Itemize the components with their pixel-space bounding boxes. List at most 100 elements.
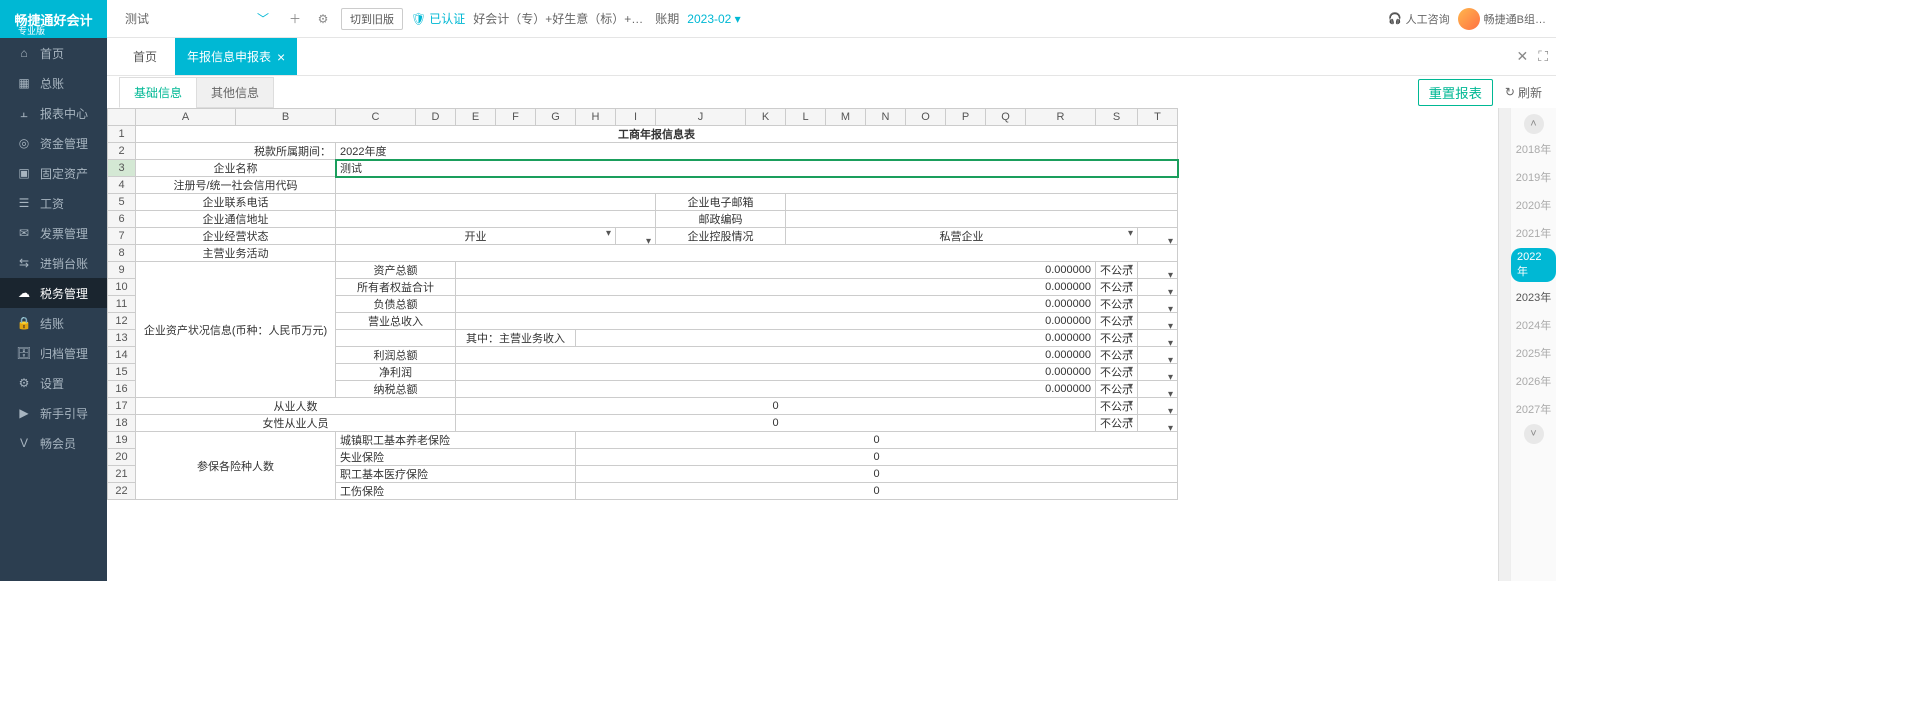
tax-icon: ☁ — [16, 285, 32, 301]
company-name-cell[interactable]: 测试 — [336, 160, 1178, 177]
year-down-button[interactable]: ˅ — [1524, 424, 1544, 444]
year-option[interactable]: 2018年 — [1516, 136, 1551, 162]
vertical-scrollbar[interactable] — [1498, 108, 1510, 581]
chevron-down-icon: ﹀ — [257, 10, 269, 27]
nav-funds[interactable]: ◎资金管理 — [0, 128, 107, 158]
asset-icon: ▣ — [16, 165, 32, 181]
nav-reports[interactable]: ⫠报表中心 — [0, 98, 107, 128]
select-all-corner[interactable] — [108, 109, 136, 126]
table-row: 17从业人数0不公示 — [108, 398, 1178, 415]
subtab-basic[interactable]: 基础信息 — [119, 77, 197, 108]
user-menu[interactable]: 畅捷通B组… — [1458, 8, 1546, 30]
tab-close-icon[interactable]: × — [277, 49, 285, 65]
table-row: 9企业资产状况信息(币种：人民币万元)资产总额0.000000不公示 — [108, 262, 1178, 279]
col-L[interactable]: L — [786, 109, 826, 126]
col-C[interactable]: C — [336, 109, 416, 126]
fullscreen-button[interactable]: ⛶ — [1538, 48, 1548, 65]
col-J[interactable]: J — [656, 109, 746, 126]
nav-archive[interactable]: 🗄归档管理 — [0, 338, 107, 368]
ownership-select[interactable]: 私营企业 — [786, 228, 1138, 245]
year-option[interactable]: 2021年 — [1516, 220, 1551, 246]
payroll-icon: ☰ — [16, 195, 32, 211]
sub-tabs: 基础信息 其他信息 重置报表 ↻刷新 — [107, 76, 1556, 108]
company-settings-button[interactable]: ⚙ — [313, 9, 333, 29]
period-label: 税款所属期间： — [136, 143, 336, 160]
col-F[interactable]: F — [496, 109, 536, 126]
nav-ledger[interactable]: ▦总账 — [0, 68, 107, 98]
col-R[interactable]: R — [1026, 109, 1096, 126]
nav-vip[interactable]: V畅会员 — [0, 428, 107, 458]
year-option[interactable]: 2019年 — [1516, 164, 1551, 190]
refresh-icon: ↻ — [1505, 85, 1515, 99]
page-tabs: 首页 年报信息申报表 × ✕ ⛶ — [107, 38, 1556, 76]
table-row: 6企业通信地址邮政编码 — [108, 211, 1178, 228]
col-D[interactable]: D — [416, 109, 456, 126]
spreadsheet[interactable]: A B C D E F G H I J K L M N O — [107, 108, 1498, 581]
nav-home[interactable]: ⌂首页 — [0, 38, 107, 68]
cell-label: 企业名称 — [136, 160, 336, 177]
row-header[interactable]: 1 — [108, 126, 136, 143]
table-row: 1工商年报信息表 — [108, 126, 1178, 143]
table-row: 2税款所属期间：2022年度 — [108, 143, 1178, 160]
shield-icon: 🛡 — [411, 12, 426, 26]
nav-invoice[interactable]: ✉发票管理 — [0, 218, 107, 248]
headset-icon: 🎧 — [1388, 12, 1402, 25]
col-B[interactable]: B — [236, 109, 336, 126]
table-row: 19参保各险种人数城镇职工基本养老保险0 — [108, 432, 1178, 449]
col-E[interactable]: E — [456, 109, 496, 126]
col-K[interactable]: K — [746, 109, 786, 126]
col-P[interactable]: P — [946, 109, 986, 126]
refresh-button[interactable]: ↻刷新 — [1505, 84, 1542, 101]
period-value[interactable]: 2023-02 ▾ — [687, 12, 740, 26]
nav-guide[interactable]: ▶新手引导 — [0, 398, 107, 428]
year-rail: ˄ 2018年 2019年 2020年 2021年 2022年 2023年 20… — [1510, 108, 1556, 581]
year-option[interactable]: 2025年 — [1516, 340, 1551, 366]
nav-inventory[interactable]: ⇆进销台账 — [0, 248, 107, 278]
certified-badge: 🛡已认证 — [411, 10, 465, 27]
tab-home[interactable]: 首页 — [119, 38, 171, 75]
table-row: 18女性从业人员0不公示 — [108, 415, 1178, 432]
nav-settings[interactable]: ⚙设置 — [0, 368, 107, 398]
topbar: 测试 ﹀ ＋ ⚙ 切到旧版 🛡已认证 好会计（专）+好生意（标）+… 账期 20… — [107, 0, 1556, 38]
nav-tax[interactable]: ☁税务管理 — [0, 278, 107, 308]
reset-button[interactable]: 重置报表 — [1418, 79, 1493, 106]
reg-code-cell[interactable] — [336, 177, 1178, 194]
col-O[interactable]: O — [906, 109, 946, 126]
nav-closing[interactable]: 🔒结账 — [0, 308, 107, 338]
sidebar: 畅捷通好会计 专业版 ⌂首页 ▦总账 ⫠报表中心 ◎资金管理 ▣固定资产 ☰工资… — [0, 0, 107, 581]
invoice-icon: ✉ — [16, 225, 32, 241]
avatar — [1458, 8, 1480, 30]
cell-label: 注册号/统一社会信用代码 — [136, 177, 336, 194]
brand-edition: 专业版 — [18, 24, 45, 37]
year-option[interactable]: 2026年 — [1516, 368, 1551, 394]
col-H[interactable]: H — [576, 109, 616, 126]
inventory-icon: ⇆ — [16, 255, 32, 271]
year-option-active[interactable]: 2022年 — [1511, 248, 1556, 282]
col-M[interactable]: M — [826, 109, 866, 126]
col-T[interactable]: T — [1138, 109, 1178, 126]
add-company-button[interactable]: ＋ — [285, 9, 305, 29]
switch-old-button[interactable]: 切到旧版 — [341, 8, 403, 30]
year-option[interactable]: 2023年 — [1516, 284, 1551, 310]
support-link[interactable]: 🎧人工咨询 — [1388, 11, 1450, 27]
col-Q[interactable]: Q — [986, 109, 1026, 126]
col-A[interactable]: A — [136, 109, 236, 126]
nav-payroll[interactable]: ☰工资 — [0, 188, 107, 218]
nav-fixed-asset[interactable]: ▣固定资产 — [0, 158, 107, 188]
year-option[interactable]: 2020年 — [1516, 192, 1551, 218]
close-all-button[interactable]: ✕ — [1516, 48, 1528, 65]
col-G[interactable]: G — [536, 109, 576, 126]
table-row: 8主营业务活动 — [108, 245, 1178, 262]
year-up-button[interactable]: ˄ — [1524, 114, 1544, 134]
table-row: 7企业经营状态开业企业控股情况私营企业 — [108, 228, 1178, 245]
company-select[interactable]: 测试 ﹀ — [117, 7, 277, 31]
year-option[interactable]: 2024年 — [1516, 312, 1551, 338]
tab-annual-report[interactable]: 年报信息申报表 × — [175, 38, 297, 75]
col-N[interactable]: N — [866, 109, 906, 126]
status-select[interactable]: 开业 — [336, 228, 616, 245]
year-option[interactable]: 2027年 — [1516, 396, 1551, 422]
col-I[interactable]: I — [616, 109, 656, 126]
gear-icon: ⚙ — [16, 375, 32, 391]
col-S[interactable]: S — [1096, 109, 1138, 126]
subtab-other[interactable]: 其他信息 — [196, 77, 274, 108]
